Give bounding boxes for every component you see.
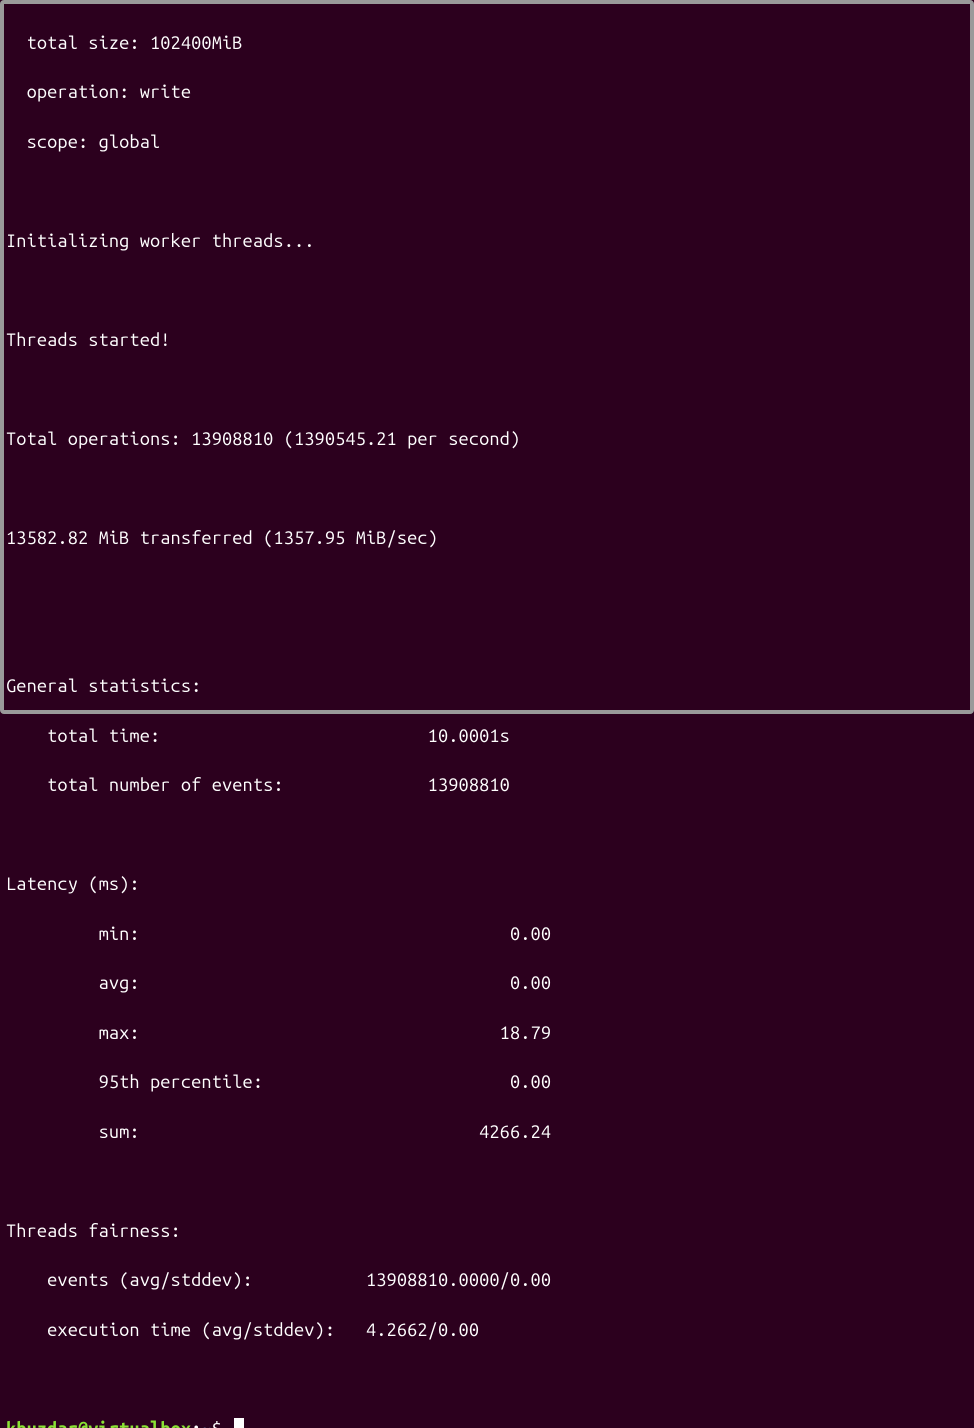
- prompt-at: @: [78, 1419, 88, 1428]
- prompt-symbol: $: [212, 1419, 222, 1428]
- output-line: execution time (avg/stddev): 4.2662/0.00: [6, 1318, 968, 1343]
- section-title: Latency (ms):: [6, 872, 968, 897]
- prompt-cwd: ~: [201, 1419, 211, 1428]
- blank-line: [6, 476, 968, 501]
- prompt-user: kbuzdar: [6, 1419, 78, 1428]
- cursor-icon: [234, 1418, 244, 1428]
- blank-line: [6, 625, 968, 650]
- blank-line: [6, 179, 968, 204]
- output-line: max: 18.79: [6, 1021, 968, 1046]
- output-line: sum: 4266.24: [6, 1120, 968, 1145]
- blank-line: [6, 1367, 968, 1392]
- blank-line: [6, 1169, 968, 1194]
- output-line: total number of events: 13908810: [6, 773, 968, 798]
- blank-line: [6, 575, 968, 600]
- output-line: Total operations: 13908810 (1390545.21 p…: [6, 427, 968, 452]
- blank-line: [6, 377, 968, 402]
- prompt-line[interactable]: kbuzdar@virtualbox:~$: [6, 1417, 968, 1428]
- output-line: 13582.82 MiB transferred (1357.95 MiB/se…: [6, 526, 968, 551]
- terminal-output[interactable]: total size: 102400MiB operation: write s…: [4, 4, 970, 1428]
- output-line: events (avg/stddev): 13908810.0000/0.00: [6, 1268, 968, 1293]
- output-line: min: 0.00: [6, 922, 968, 947]
- section-title: Threads fairness:: [6, 1219, 968, 1244]
- output-line: scope: global: [6, 130, 968, 155]
- blank-line: [6, 278, 968, 303]
- output-line: total size: 102400MiB: [6, 31, 968, 56]
- output-line: Initializing worker threads...: [6, 229, 968, 254]
- output-line: total time: 10.0001s: [6, 724, 968, 749]
- output-line: operation: write: [6, 80, 968, 105]
- section-title: General statistics:: [6, 674, 968, 699]
- output-line: Threads started!: [6, 328, 968, 353]
- blank-line: [6, 823, 968, 848]
- prompt-host: virtualbox: [88, 1419, 191, 1428]
- prompt-colon: :: [191, 1419, 201, 1428]
- output-line: avg: 0.00: [6, 971, 968, 996]
- output-line: 95th percentile: 0.00: [6, 1070, 968, 1095]
